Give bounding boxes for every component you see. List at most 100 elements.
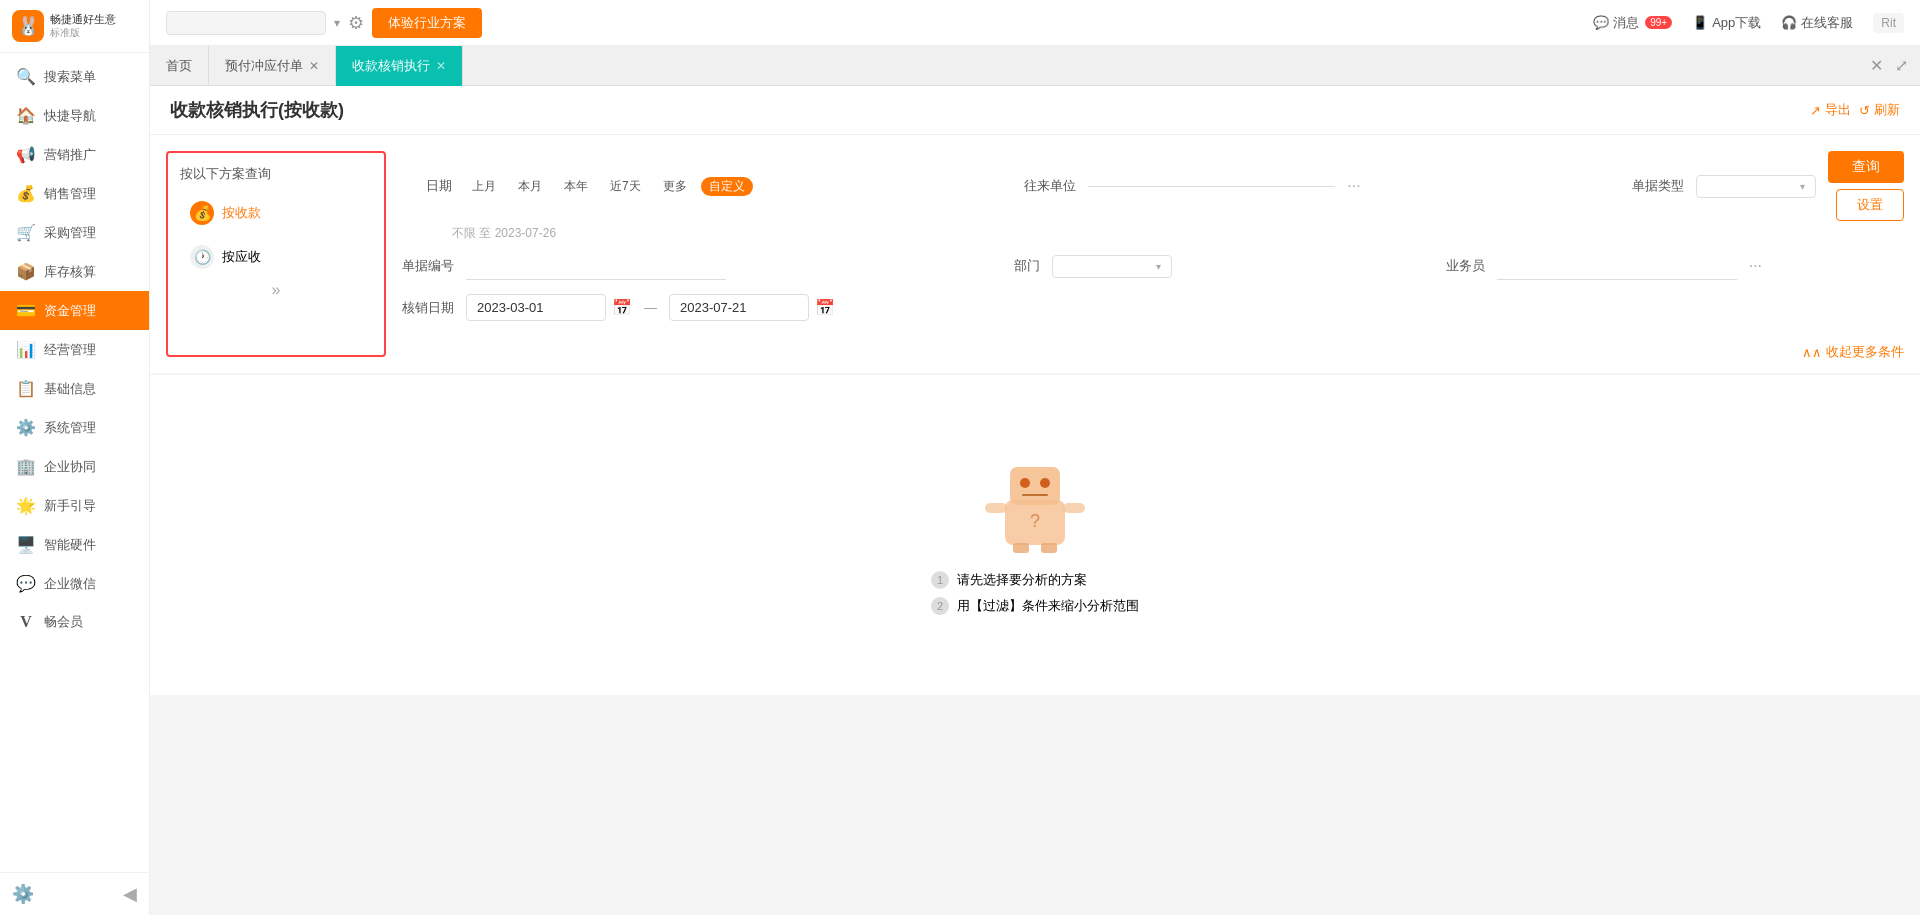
sidebar-item-hardware[interactable]: 🖥️ 智能硬件: [0, 525, 149, 564]
filter-settings-button[interactable]: 设置: [1836, 189, 1904, 221]
tab-close-prepay[interactable]: ✕: [309, 59, 319, 73]
solution-button[interactable]: 体验行业方案: [372, 8, 482, 38]
tip-num-2: 2: [931, 597, 949, 615]
employee-input-area: [1497, 252, 1737, 280]
employee-more-icon[interactable]: ···: [1749, 257, 1762, 275]
member-icon: V: [16, 613, 36, 631]
filter-option-by-receivable[interactable]: 🕐 按应收: [180, 237, 372, 277]
search-icon: 🔍: [16, 67, 36, 86]
dept-arrow-icon: ▾: [1156, 261, 1161, 272]
tab-receipt-verify[interactable]: 收款核销执行 ✕: [336, 46, 463, 86]
doc-type-dropdown[interactable]: ▾: [1696, 175, 1816, 198]
sidebar-item-sales[interactable]: 💰 销售管理: [0, 174, 149, 213]
svg-rect-1: [1010, 467, 1060, 505]
sidebar-item-guide[interactable]: 🌟 新手引导: [0, 486, 149, 525]
collapse-left-panel-btn[interactable]: »: [180, 281, 372, 299]
settings-icon[interactable]: ⚙: [348, 12, 364, 34]
date-this-year-btn[interactable]: 本年: [556, 176, 596, 197]
sidebar-item-label: 搜索菜单: [44, 68, 96, 86]
refresh-button[interactable]: ↺ 刷新: [1859, 101, 1900, 119]
main-content: ▾ ⚙ 体验行业方案 💬 消息 99+ 📱 App下载 🎧 在线客服 Rit 首…: [150, 0, 1920, 915]
sidebar-item-label: 销售管理: [44, 185, 96, 203]
customer-service-action[interactable]: 🎧 在线客服: [1781, 14, 1853, 32]
sidebar-item-label: 系统管理: [44, 419, 96, 437]
page-title: 收款核销执行(按收款): [170, 98, 344, 122]
chevron-up-icon: ∧∧: [1802, 345, 1822, 360]
svg-point-3: [1040, 478, 1050, 488]
user-info[interactable]: Rit: [1873, 13, 1904, 33]
sidebar-logo: 🐰 畅捷通好生意 标准版: [0, 0, 149, 53]
collapse-sidebar-icon[interactable]: ◀: [123, 883, 137, 905]
sidebar-item-system[interactable]: ⚙️ 系统管理: [0, 408, 149, 447]
robot-svg: ?: [975, 455, 1095, 555]
sidebar-item-label: 经营管理: [44, 341, 96, 359]
sidebar-item-label: 新手引导: [44, 497, 96, 515]
tab-home[interactable]: 首页: [150, 46, 209, 86]
export-icon: ↗: [1810, 103, 1821, 118]
tab-bar: 首页 预付冲应付单 ✕ 收款核销执行 ✕ ✕ ⤢: [150, 46, 1920, 86]
logo-title: 畅捷通好生意: [50, 12, 116, 26]
filter-option-by-receipt[interactable]: 💰 按收款: [180, 193, 372, 233]
doc-no-input-area: [466, 252, 726, 280]
department-dropdown[interactable]: ▾: [1052, 255, 1172, 278]
date-more-btn[interactable]: 更多: [655, 176, 695, 197]
collapse-more-label: 收起更多条件: [1826, 343, 1904, 361]
sidebar-item-operation[interactable]: 📊 经营管理: [0, 330, 149, 369]
sidebar-item-wechat[interactable]: 💬 企业微信: [0, 564, 149, 603]
date-quick-group: 上月 本月 本年 近7天 更多 自定义: [464, 176, 753, 197]
counterpart-input-area: [1088, 186, 1335, 187]
date-last-7days-btn[interactable]: 近7天: [602, 176, 649, 197]
settings-bottom-icon[interactable]: ⚙️: [12, 883, 34, 905]
message-action[interactable]: 💬 消息 99+: [1593, 14, 1672, 32]
sidebar-item-member[interactable]: V 畅会员: [0, 603, 149, 641]
top-header: ▾ ⚙ 体验行业方案 💬 消息 99+ 📱 App下载 🎧 在线客服 Rit: [150, 0, 1920, 46]
logo-icon: 🐰: [12, 10, 44, 42]
receivable-option-icon: 🕐: [190, 245, 214, 269]
phone-icon: 📱: [1692, 15, 1708, 30]
brand-search-input[interactable]: [166, 11, 326, 35]
sidebar-item-label: 企业微信: [44, 575, 96, 593]
tab-close-receipt-verify[interactable]: ✕: [436, 59, 446, 73]
filter-area: 按以下方案查询 💰 按收款 🕐 按应收 » 日期 上月: [150, 135, 1920, 373]
filter-row-1: 日期 上月 本月 本年 近7天 更多 自定义 往来单位 ··· 单据类型: [402, 151, 1904, 221]
date-this-month-btn[interactable]: 本月: [510, 176, 550, 197]
date-last-month-btn[interactable]: 上月: [464, 176, 504, 197]
tab-receipt-verify-label: 收款核销执行: [352, 57, 430, 75]
sidebar-item-marketing[interactable]: 📢 营销推广: [0, 135, 149, 174]
guide-icon: 🌟: [16, 496, 36, 515]
filter-left-panel: 按以下方案查询 💰 按收款 🕐 按应收 »: [166, 151, 386, 357]
page-body: 收款核销执行(按收款) ↗ 导出 ↺ 刷新 按以下方案查询 💰 按收款: [150, 86, 1920, 915]
query-button[interactable]: 查询: [1828, 151, 1904, 183]
sidebar-item-inventory[interactable]: 📦 库存核算: [0, 252, 149, 291]
verify-date-end-cal-icon[interactable]: 📅: [815, 298, 835, 317]
sidebar-item-quick-nav[interactable]: 🏠 快捷导航: [0, 96, 149, 135]
sidebar-item-purchase[interactable]: 🛒 采购管理: [0, 213, 149, 252]
date-separator: —: [644, 300, 657, 315]
verify-date-start-cal-icon[interactable]: 📅: [612, 298, 632, 317]
export-button[interactable]: ↗ 导出: [1810, 101, 1851, 119]
system-icon: ⚙️: [16, 418, 36, 437]
sidebar-item-enterprise[interactable]: 🏢 企业协同: [0, 447, 149, 486]
refresh-label: 刷新: [1874, 101, 1900, 119]
message-label: 消息: [1613, 14, 1639, 32]
tab-prepay[interactable]: 预付冲应付单 ✕: [209, 46, 336, 86]
counterpart-label: 往来单位: [1024, 177, 1076, 195]
message-badge: 99+: [1645, 16, 1672, 29]
sidebar-item-finance[interactable]: 💳 资金管理: [0, 291, 149, 330]
refresh-icon: ↺: [1859, 103, 1870, 118]
counterpart-more-icon[interactable]: ···: [1347, 177, 1360, 195]
empty-tip-row-1: 1 请先选择要分析的方案: [931, 571, 1139, 589]
header-dropdown-icon[interactable]: ▾: [334, 16, 340, 30]
customer-service-label: 在线客服: [1801, 14, 1853, 32]
verify-date-end-input[interactable]: [669, 294, 809, 321]
inventory-icon: 📦: [16, 262, 36, 281]
sidebar-item-search[interactable]: 🔍 搜索菜单: [0, 57, 149, 96]
filter-title: 按以下方案查询: [180, 165, 372, 183]
verify-date-start-input[interactable]: [466, 294, 606, 321]
collapse-more-btn[interactable]: ∧∧ 收起更多条件: [402, 335, 1904, 373]
app-download-action[interactable]: 📱 App下载: [1692, 14, 1761, 32]
tab-expand-icon[interactable]: ⤢: [1891, 52, 1912, 79]
tab-close-all-icon[interactable]: ✕: [1866, 52, 1887, 79]
sidebar-item-basic[interactable]: 📋 基础信息: [0, 369, 149, 408]
doc-type-arrow-icon: ▾: [1800, 181, 1805, 192]
